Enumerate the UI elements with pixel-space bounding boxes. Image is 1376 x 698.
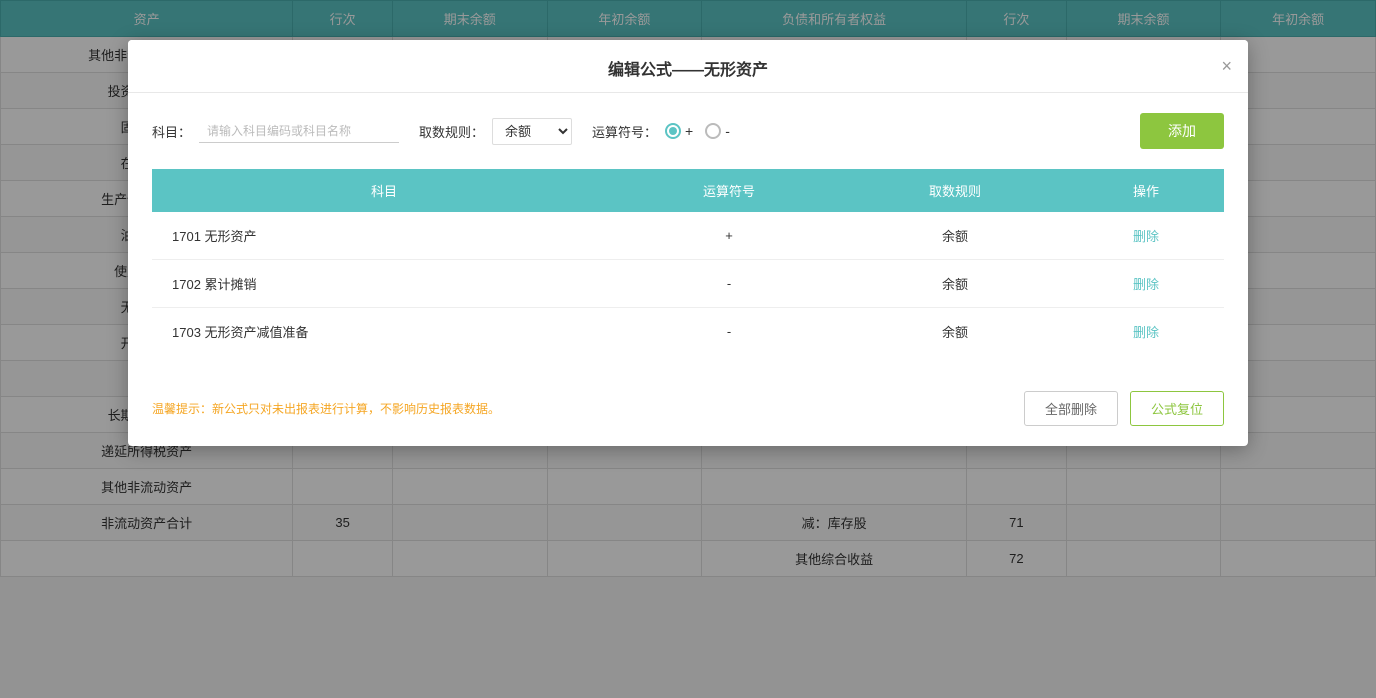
radio-plus-label: + [685,123,693,139]
table-row: 1702 累计摊销-余额 删除 [152,260,1224,308]
delete-all-button[interactable]: 全部删除 [1024,391,1118,426]
modal-header: 编辑公式——无形资产 × [128,40,1248,93]
footer-hint: 温馨提示：新公式只对未出报表进行计算，不影响历史报表数据。 [152,400,500,417]
rule-label: 取数规则： [419,122,484,141]
modal-body: 科目： 取数规则： 余额 借方 贷方 运算符号： [128,93,1248,375]
subject-label: 科目： [152,122,191,141]
form-row: 科目： 取数规则： 余额 借方 贷方 运算符号： [152,113,1224,149]
th-operator: 运算符号 [616,169,842,212]
table-cell-action: 删除 [1068,308,1224,356]
table-cell-subject: 1702 累计摊销 [152,260,616,308]
th-rule: 取数规则 [842,169,1068,212]
table-cell-rule: 余额 [842,212,1068,260]
delete-row-button[interactable]: 删除 [1133,274,1159,293]
table-header-row: 科目 运算符号 取数规则 操作 [152,169,1224,212]
modal-close-button[interactable]: × [1221,57,1232,75]
table-cell-action: 删除 [1068,260,1224,308]
radio-minus-circle [705,123,721,139]
reset-formula-button[interactable]: 公式复位 [1130,391,1224,426]
radio-group: + - [665,123,730,139]
subject-field-container: 科目： [152,119,399,143]
radio-plus[interactable]: + [665,123,693,139]
radio-plus-circle [665,123,681,139]
th-action: 操作 [1068,169,1224,212]
footer-buttons: 全部删除 公式复位 [1024,391,1224,426]
rule-select-wrap: 余额 借方 贷方 [492,118,572,145]
formula-table: 科目 运算符号 取数规则 操作 1701 无形资产+余额删除1702 累计摊销-… [152,169,1224,355]
operator-label: 运算符号： [592,122,657,141]
modal-overlay: 编辑公式——无形资产 × 科目： 取数规则： 余额 借方 贷方 [0,0,1376,698]
delete-row-button[interactable]: 删除 [1133,322,1159,341]
table-row: 1701 无形资产+余额 删除 [152,212,1224,260]
rule-select[interactable]: 余额 借方 贷方 [492,118,572,145]
table-cell-operator: - [616,260,842,308]
table-cell-rule: 余额 [842,260,1068,308]
operator-field-container: 运算符号： + - [592,122,730,141]
modal-dialog: 编辑公式——无形资产 × 科目： 取数规则： 余额 借方 贷方 [128,40,1248,446]
rule-field-container: 取数规则： 余额 借方 贷方 [419,118,572,145]
table-row: 1703 无形资产减值准备-余额 删除 [152,308,1224,356]
table-cell-rule: 余额 [842,308,1068,356]
table-cell-operator: - [616,308,842,356]
radio-minus-label: - [725,123,730,139]
table-cell-operator: + [616,212,842,260]
modal-title: 编辑公式——无形资产 [608,56,768,80]
modal-footer: 温馨提示：新公式只对未出报表进行计算，不影响历史报表数据。 全部删除 公式复位 [128,375,1248,446]
table-cell-action: 删除 [1068,212,1224,260]
table-cell-subject: 1703 无形资产减值准备 [152,308,616,356]
add-button[interactable]: 添加 [1140,113,1224,149]
subject-input[interactable] [199,119,399,143]
delete-row-button[interactable]: 删除 [1133,226,1159,245]
th-subject: 科目 [152,169,616,212]
radio-minus[interactable]: - [705,123,730,139]
table-cell-subject: 1701 无形资产 [152,212,616,260]
